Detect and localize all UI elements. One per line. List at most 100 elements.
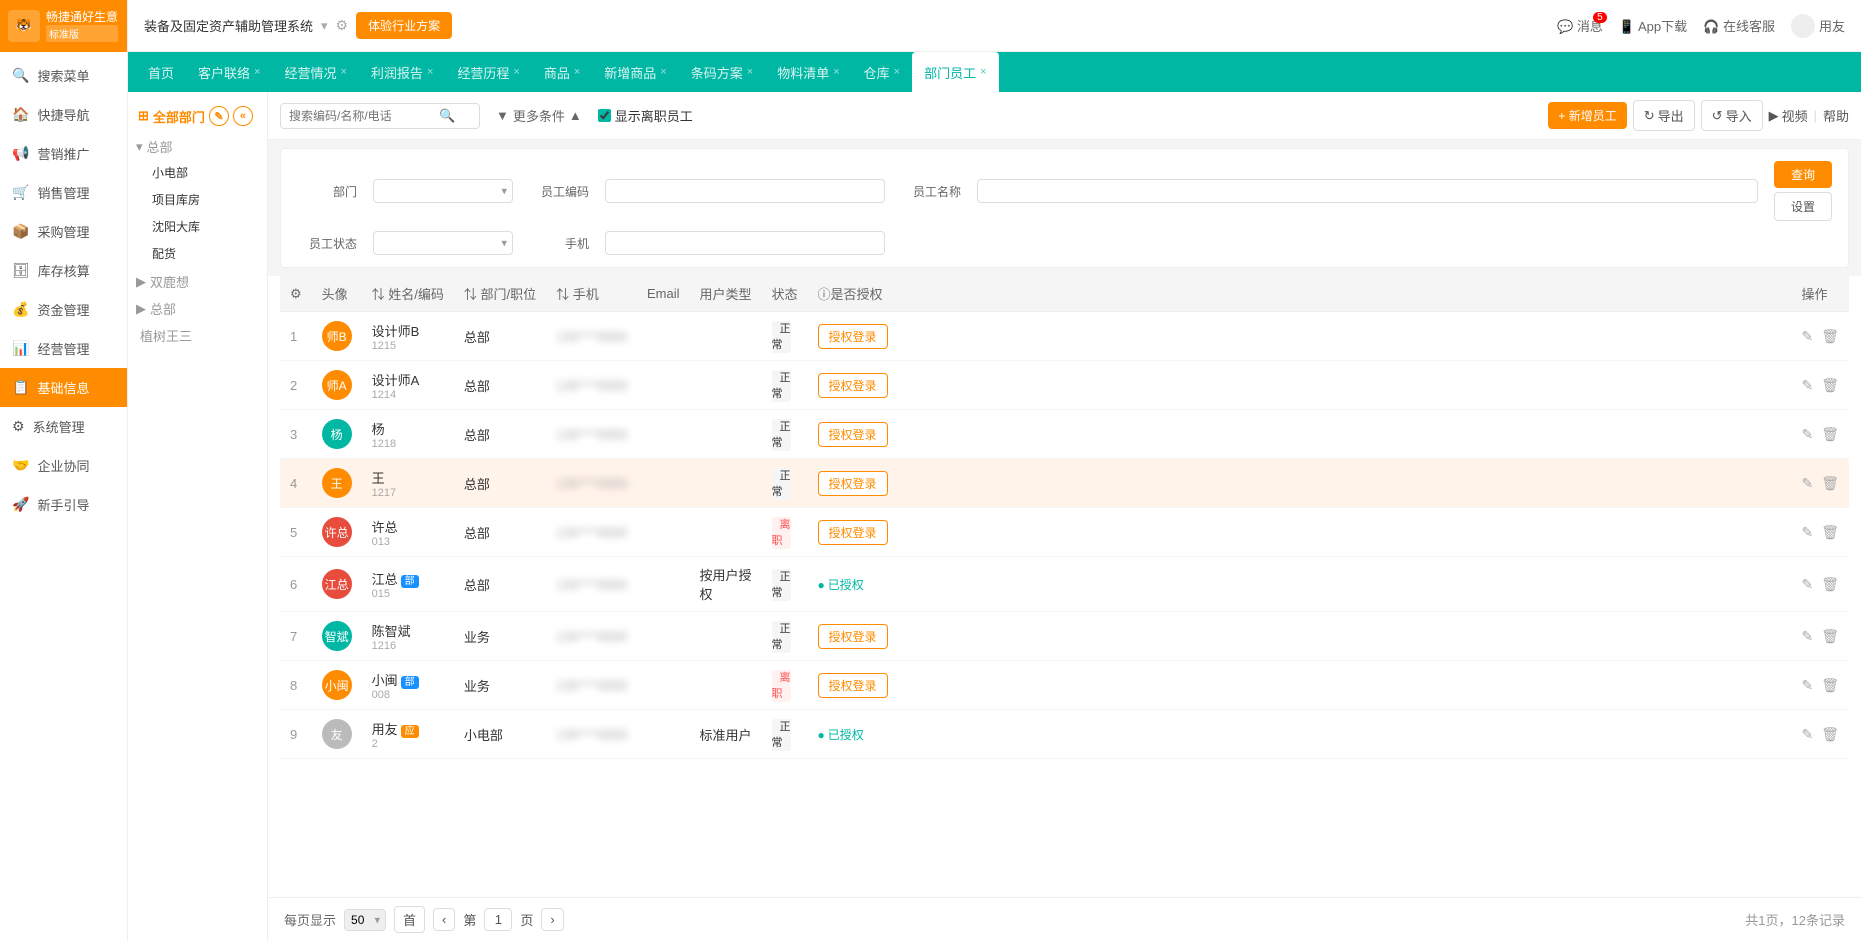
dept-item-xiangmu[interactable]: 项目库房 <box>128 186 267 213</box>
close-icon[interactable]: × <box>660 66 666 78</box>
th-name[interactable]: ⇅ 姓名/编码 <box>362 276 454 312</box>
delete-icon[interactable]: 🗑 <box>1821 377 1839 394</box>
export-btn[interactable]: ↻ 导出 <box>1633 100 1695 131</box>
import-btn[interactable]: ↺ 导入 <box>1701 100 1763 131</box>
delete-icon[interactable]: 🗑 <box>1821 677 1839 694</box>
edit-dept-btn[interactable]: ✎ <box>209 106 229 126</box>
sidebar-item-search[interactable]: 🔍搜索菜单 <box>0 56 127 95</box>
user-menu[interactable]: 用友 <box>1791 14 1845 38</box>
edit-icon[interactable]: ✎ <box>1801 524 1813 541</box>
settings-icon[interactable]: ⚙ <box>336 17 349 34</box>
close-icon[interactable]: × <box>980 66 986 78</box>
sidebar-item-guide[interactable]: 🚀新手引导 <box>0 485 127 524</box>
collapse-btn[interactable]: « <box>233 106 253 126</box>
set-btn[interactable]: 设置 <box>1774 192 1832 221</box>
show-resign-checkbox[interactable] <box>598 109 611 122</box>
tab-home[interactable]: 首页 <box>136 52 186 92</box>
tab-add-goods[interactable]: 新增商品× <box>592 52 678 92</box>
dept-item-peihuo[interactable]: 配货 <box>128 240 267 267</box>
close-icon[interactable]: × <box>340 66 346 78</box>
dept-group-zongbu2[interactable]: ▶ 总部 <box>128 294 267 321</box>
phone-input[interactable] <box>605 231 885 255</box>
dept-group-zongbu[interactable]: ▾ 总部 <box>128 132 267 159</box>
dept-item-xiaodianboo[interactable]: 小电部 <box>128 159 267 186</box>
sidebar-item-sales[interactable]: 🛒销售管理 <box>0 173 127 212</box>
edit-icon[interactable]: ✎ <box>1801 726 1813 743</box>
tab-bom[interactable]: 物料清单× <box>765 52 851 92</box>
tab-customer[interactable]: 客户联络× <box>186 52 272 92</box>
sidebar-item-system[interactable]: ⚙系统管理 <box>0 407 127 446</box>
sidebar-item-basic[interactable]: 📋基础信息 <box>0 368 127 407</box>
auth-btn[interactable]: 授权登录 <box>818 422 888 447</box>
delete-icon[interactable]: 🗑 <box>1821 524 1839 541</box>
auth-btn[interactable]: 授权登录 <box>818 373 888 398</box>
tab-warehouse[interactable]: 仓库× <box>852 52 912 92</box>
delete-icon[interactable]: 🗑 <box>1821 726 1839 743</box>
dept-group-shuanglu[interactable]: ▶ 双鹿想 <box>128 267 267 294</box>
dropdown-arrow-icon[interactable]: ▾ <box>321 18 328 34</box>
auth-btn[interactable]: 授权登录 <box>818 520 888 545</box>
close-icon[interactable]: × <box>833 66 839 78</box>
prev-page-btn[interactable]: ‹ <box>433 908 455 931</box>
dept-item-shenyang[interactable]: 沈阳大库 <box>128 213 267 240</box>
sidebar-item-operation[interactable]: 📊经营管理 <box>0 329 127 368</box>
tab-profit[interactable]: 利润报告× <box>359 52 445 92</box>
auth-btn[interactable]: 授权登录 <box>818 324 888 349</box>
close-icon[interactable]: × <box>254 66 260 78</box>
close-icon[interactable]: × <box>747 66 753 78</box>
edit-icon[interactable]: ✎ <box>1801 628 1813 645</box>
try-btn[interactable]: 体验行业方案 <box>356 12 452 39</box>
sidebar-item-shortcut[interactable]: 🏠快捷导航 <box>0 95 127 134</box>
edit-icon[interactable]: ✎ <box>1801 576 1813 593</box>
tab-history[interactable]: 经营历程× <box>445 52 531 92</box>
next-page-btn[interactable]: › <box>541 908 563 931</box>
delete-icon[interactable]: 🗑 <box>1821 576 1839 593</box>
close-icon[interactable]: × <box>427 66 433 78</box>
query-btn[interactable]: 查询 <box>1774 161 1832 188</box>
dept-group-zhishu[interactable]: 植树王三 <box>128 321 267 348</box>
app-download-btn[interactable]: 📱 App下载 <box>1619 16 1687 35</box>
th-dept[interactable]: ⇅ 部门/职位 <box>454 276 546 312</box>
delete-icon[interactable]: 🗑 <box>1821 328 1839 345</box>
edit-icon[interactable]: ✎ <box>1801 677 1813 694</box>
edit-icon[interactable]: ✎ <box>1801 328 1813 345</box>
tab-operation-status[interactable]: 经营情况× <box>272 52 358 92</box>
search-icon[interactable]: 🔍 <box>439 108 455 124</box>
page-size-select[interactable]: 50 <box>344 909 386 931</box>
avatar: 王 <box>322 468 352 498</box>
emp-name-input[interactable] <box>977 179 1758 203</box>
close-icon[interactable]: × <box>513 66 519 78</box>
settings-col-icon[interactable]: ⚙ <box>290 286 302 301</box>
auth-btn[interactable]: 授权登录 <box>818 624 888 649</box>
edit-icon[interactable]: ✎ <box>1801 377 1813 394</box>
sidebar-item-inventory[interactable]: 🗄库存核算 <box>0 251 127 290</box>
auth-btn[interactable]: 授权登录 <box>818 673 888 698</box>
auth-btn[interactable]: 授权登录 <box>818 471 888 496</box>
more-filter-btn[interactable]: ▼ 更多条件 ▲ <box>488 102 590 129</box>
sidebar-item-marketing[interactable]: 📢营销推广 <box>0 134 127 173</box>
sidebar-item-finance[interactable]: 💰资金管理 <box>0 290 127 329</box>
add-employee-btn[interactable]: + 新增员工 <box>1548 102 1626 129</box>
sidebar-item-collab[interactable]: 🤝企业协同 <box>0 446 127 485</box>
tab-employee[interactable]: 部门员工× <box>912 52 998 92</box>
edit-icon[interactable]: ✎ <box>1801 426 1813 443</box>
message-btn[interactable]: 💬 5 消息 <box>1557 16 1603 35</box>
tab-goods[interactable]: 商品× <box>532 52 592 92</box>
close-icon[interactable]: × <box>894 66 900 78</box>
sidebar-item-purchase[interactable]: 📦采购管理 <box>0 212 127 251</box>
th-phone[interactable]: ⇅ 手机 <box>546 276 637 312</box>
help-btn[interactable]: 帮助 <box>1823 106 1849 125</box>
delete-icon[interactable]: 🗑 <box>1821 628 1839 645</box>
online-service-btn[interactable]: 🎧 在线客服 <box>1703 16 1775 35</box>
close-icon[interactable]: × <box>574 66 580 78</box>
edit-icon[interactable]: ✎ <box>1801 475 1813 492</box>
delete-icon[interactable]: 🗑 <box>1821 426 1839 443</box>
emp-status-select[interactable] <box>373 231 513 255</box>
delete-icon[interactable]: 🗑 <box>1821 475 1839 492</box>
dept-select[interactable] <box>373 179 513 203</box>
tab-barcode[interactable]: 条码方案× <box>679 52 765 92</box>
search-input[interactable] <box>289 109 439 123</box>
emp-code-input[interactable] <box>605 179 885 203</box>
first-page-btn[interactable]: 首 <box>394 906 425 933</box>
view-btn[interactable]: ▶ 视频 <box>1769 106 1808 125</box>
